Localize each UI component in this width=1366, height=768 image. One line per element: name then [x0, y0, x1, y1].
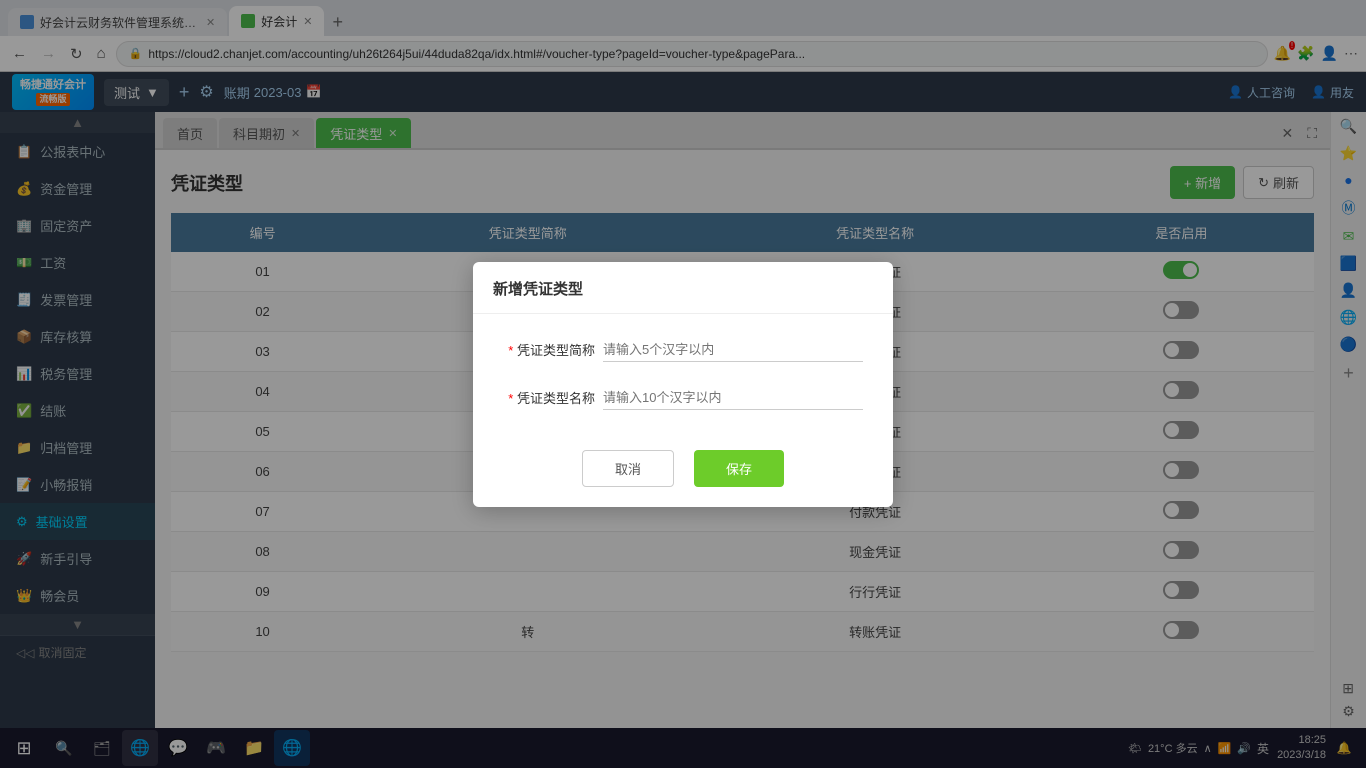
- dialog-overlay: 新增凭证类型 * 凭证类型简称 * 凭证类型名称 取消 保存: [0, 0, 1366, 768]
- dialog: 新增凭证类型 * 凭证类型简称 * 凭证类型名称 取消 保存: [473, 262, 893, 507]
- short-label: * 凭证类型简称: [503, 340, 603, 359]
- cancel-button[interactable]: 取消: [582, 450, 674, 487]
- save-button[interactable]: 保存: [694, 450, 784, 487]
- short-input[interactable]: [603, 338, 863, 362]
- dialog-title: 新增凭证类型: [473, 262, 893, 314]
- name-input[interactable]: [603, 386, 863, 410]
- name-label: * 凭证类型名称: [503, 388, 603, 407]
